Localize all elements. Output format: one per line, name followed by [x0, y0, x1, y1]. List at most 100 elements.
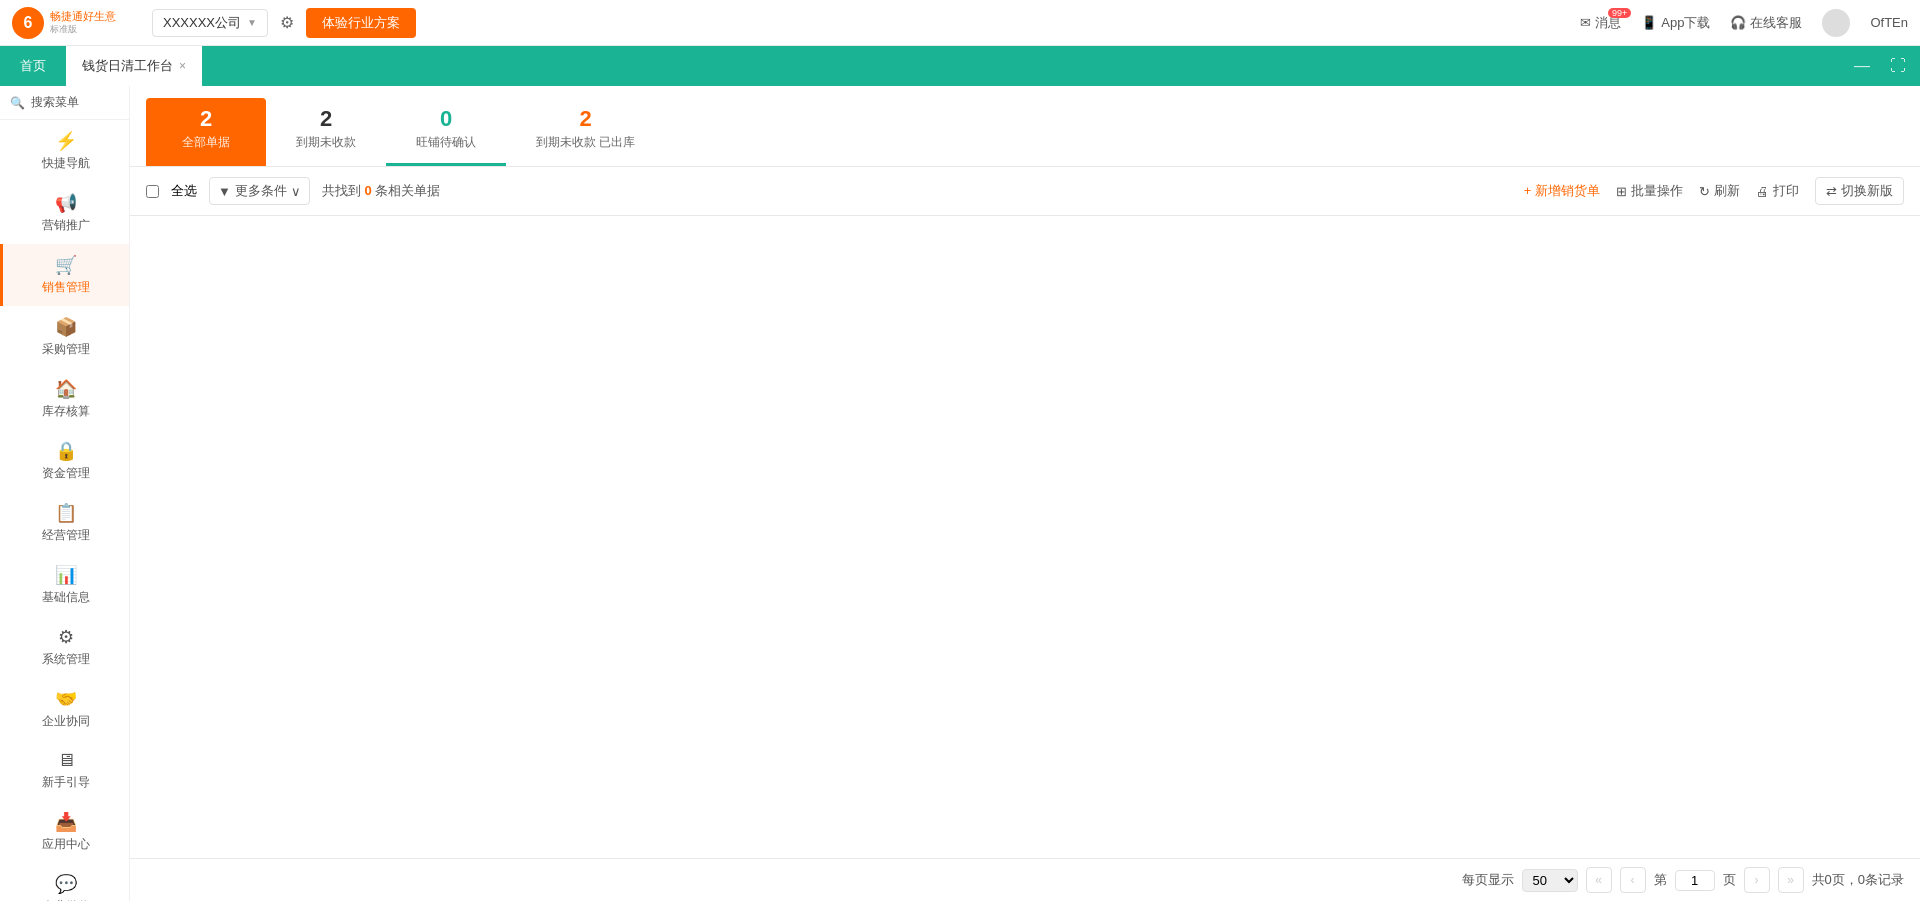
page-label: 第 [1654, 871, 1667, 889]
logo-text-group: 畅捷通好生意 标准版 [50, 9, 116, 36]
stat-tab-overdue-out[interactable]: 2 到期未收款 已出库 [506, 98, 665, 166]
next-page-btn[interactable]: › [1744, 867, 1770, 893]
tab-home[interactable]: 首页 [0, 46, 66, 86]
sidebar-item-label: 系统管理 [42, 651, 90, 668]
toolbar: 全选 ▼ 更多条件 ∨ 共找到 0 条相关单据 + 新增销货单 ⊞ 批量操作 ↻ [130, 167, 1920, 216]
tab-minimize-btn[interactable]: — [1848, 55, 1876, 77]
stat-tab-pending[interactable]: 0 旺铺待确认 [386, 98, 506, 166]
sidebar-item-quick-nav[interactable]: ⚡ 快捷导航 [0, 120, 129, 182]
tab-close-btn[interactable]: × [179, 59, 186, 73]
print-label: 打印 [1773, 182, 1799, 200]
sidebar-item-label: 销售管理 [42, 279, 90, 296]
toolbar-right: + 新增销货单 ⊞ 批量操作 ↻ 刷新 🖨 打印 ⇄ 切换新版 [1524, 177, 1904, 205]
company-name: XXXXXX公司 [163, 14, 241, 32]
sidebar-item-sales[interactable]: 🛒 销售管理 [0, 244, 129, 306]
settings-icon-btn[interactable]: ⚙ [276, 9, 298, 36]
first-page-btn[interactable]: « [1586, 867, 1612, 893]
trial-btn[interactable]: 体验行业方案 [306, 8, 416, 38]
sidebar-item-label: 营销推广 [42, 217, 90, 234]
filter-icon: ▼ [218, 184, 231, 199]
new-sales-order-btn[interactable]: + 新增销货单 [1524, 182, 1600, 200]
app-center-icon: 📥 [55, 811, 77, 833]
online-service-label: 在线客服 [1750, 14, 1802, 32]
sidebar-item-operations[interactable]: 📋 经营管理 [0, 492, 129, 554]
app-download-btn[interactable]: 📱 App下载 [1641, 14, 1710, 32]
operations-icon: 📋 [55, 502, 77, 524]
sidebar-item-inventory[interactable]: 🏠 库存核算 [0, 368, 129, 430]
tab-bar: 首页 钱货日清工作台 × — ⛶ [0, 46, 1920, 86]
table-area [130, 216, 1920, 858]
sidebar-item-purchase[interactable]: 📦 采购管理 [0, 306, 129, 368]
sidebar-item-system[interactable]: ⚙ 系统管理 [0, 616, 129, 678]
sidebar-item-label: 企业协同 [42, 713, 90, 730]
service-icon: 🎧 [1730, 15, 1746, 30]
stat-number-pending: 0 [440, 106, 452, 132]
sidebar-item-label: 资金管理 [42, 465, 90, 482]
stat-number-overdue-out: 2 [580, 106, 592, 132]
header-right: ✉ 消息 99+ 📱 App下载 🎧 在线客服 OfTEn [1580, 9, 1908, 37]
sidebar-item-label: 库存核算 [42, 403, 90, 420]
basic-info-icon: 📊 [55, 564, 77, 586]
sidebar-item-label: 快捷导航 [42, 155, 90, 172]
batch-operation-btn[interactable]: ⊞ 批量操作 [1616, 182, 1683, 200]
stats-tabs: 2 全部单据 2 到期未收款 0 旺铺待确认 2 到期未收款 已出库 [130, 86, 1920, 167]
page-input[interactable]: 1 [1675, 870, 1715, 891]
app-download-label: App下载 [1661, 14, 1710, 32]
sidebar-item-app-center[interactable]: 📥 应用中心 [0, 801, 129, 863]
stat-tab-all[interactable]: 2 全部单据 [146, 98, 266, 166]
switch-version-btn[interactable]: ⇄ 切换新版 [1815, 177, 1904, 205]
wechat-icon: 💬 [55, 873, 77, 895]
sidebar-item-finance[interactable]: 🔒 资金管理 [0, 430, 129, 492]
tab-bar-right: — ⛶ [1848, 55, 1920, 77]
stat-label-overdue-out: 到期未收款 已出库 [536, 134, 635, 151]
sidebar-item-label: 应用中心 [42, 836, 90, 853]
sidebar-item-marketing[interactable]: 📢 营销推广 [0, 182, 129, 244]
select-all-checkbox[interactable] [146, 185, 159, 198]
per-page-label: 每页显示 [1462, 871, 1514, 889]
sidebar-item-cooperation[interactable]: 🤝 企业协同 [0, 678, 129, 740]
message-icon: ✉ [1580, 15, 1591, 30]
content-area: 2 全部单据 2 到期未收款 0 旺铺待确认 2 到期未收款 已出库 全选 ▼ … [130, 86, 1920, 901]
print-btn[interactable]: 🖨 打印 [1756, 182, 1799, 200]
tab-active-workbench[interactable]: 钱货日清工作台 × [66, 46, 202, 86]
sidebar-item-guide[interactable]: 🖥 新手引导 [0, 740, 129, 801]
refresh-btn[interactable]: ↻ 刷新 [1699, 182, 1740, 200]
system-icon: ⚙ [58, 626, 74, 648]
total-text: 共0页，0条记录 [1812, 871, 1904, 889]
main-layout: 🔍 搜索菜单 ⚡ 快捷导航 📢 营销推广 🛒 销售管理 📦 采购管理 🏠 库存核… [0, 86, 1920, 901]
filter-btn[interactable]: ▼ 更多条件 ∨ [209, 177, 310, 205]
cooperation-icon: 🤝 [55, 688, 77, 710]
tab-label: 钱货日清工作台 [82, 57, 173, 75]
refresh-icon: ↻ [1699, 184, 1710, 199]
last-page-btn[interactable]: » [1778, 867, 1804, 893]
sidebar-item-label: 新手引导 [42, 774, 90, 791]
logo-icon: 6 [12, 7, 44, 39]
purchase-icon: 📦 [55, 316, 77, 338]
footer-bar: 每页显示 20 50 100 « ‹ 第 1 页 › » 共0页，0条记录 [130, 858, 1920, 901]
download-icon: 📱 [1641, 15, 1657, 30]
sidebar-search-item[interactable]: 🔍 搜索菜单 [0, 86, 129, 120]
per-page-select[interactable]: 20 50 100 [1522, 869, 1578, 892]
switch-label: 切换新版 [1841, 182, 1893, 200]
guide-icon: 🖥 [57, 750, 75, 771]
stat-tab-overdue[interactable]: 2 到期未收款 [266, 98, 386, 166]
prev-page-btn[interactable]: ‹ [1620, 867, 1646, 893]
logo-area: 6 畅捷通好生意 标准版 [12, 7, 142, 39]
stat-label-pending: 旺铺待确认 [416, 134, 476, 151]
batch-label: 批量操作 [1631, 182, 1683, 200]
switch-icon: ⇄ [1826, 184, 1837, 199]
user-avatar[interactable] [1822, 9, 1850, 37]
found-suffix: 条相关单据 [375, 183, 440, 198]
online-service-btn[interactable]: 🎧 在线客服 [1730, 14, 1802, 32]
sidebar-item-basic-info[interactable]: 📊 基础信息 [0, 554, 129, 616]
sidebar-item-label: 经营管理 [42, 527, 90, 544]
refresh-label: 刷新 [1714, 182, 1740, 200]
company-selector[interactable]: XXXXXX公司 ▼ [152, 9, 268, 37]
messages-btn[interactable]: ✉ 消息 99+ [1580, 14, 1621, 32]
sidebar-item-wechat[interactable]: 💬 企业微信 [0, 863, 129, 901]
quick-nav-icon: ⚡ [55, 130, 77, 152]
tab-maximize-btn[interactable]: ⛶ [1884, 55, 1912, 77]
stat-number-all: 2 [200, 106, 212, 132]
sidebar-search-label: 搜索菜单 [31, 94, 79, 111]
select-all-label: 全选 [171, 182, 197, 200]
